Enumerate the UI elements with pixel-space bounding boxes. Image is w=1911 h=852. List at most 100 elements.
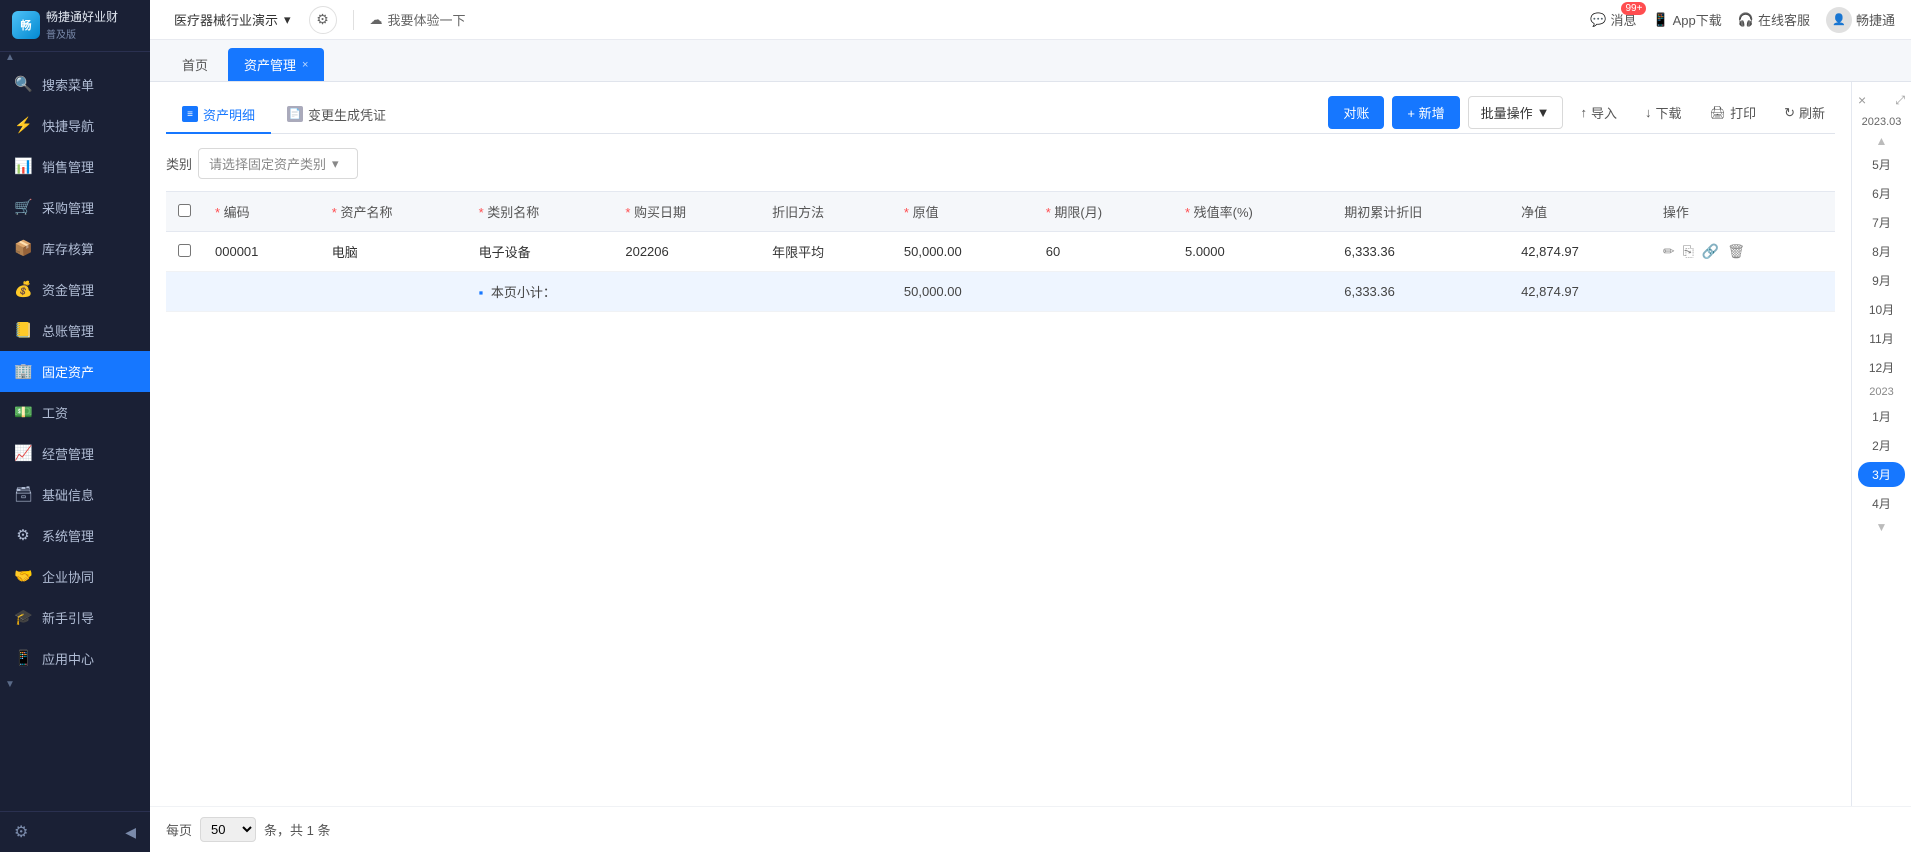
settings-icon[interactable]: ⚙ (14, 822, 28, 842)
row-checkbox[interactable] (178, 244, 191, 257)
batch-button[interactable]: 批量操作 ▼ (1468, 96, 1563, 129)
select-all-checkbox[interactable] (178, 204, 191, 217)
sidebar-item-label: 系统管理 (42, 526, 94, 545)
message-icon: 💬 (1590, 12, 1606, 28)
month-item-1[interactable]: 1月 (1852, 402, 1911, 431)
sidebar-item-ledger[interactable]: 📒 总账管理 (0, 310, 150, 351)
sidebar: 畅 畅捷通好业财 普及版 ▲ 🔍 搜索菜单 ⚡ 快捷导航 📊 销售管理 🛒 采购… (0, 0, 150, 852)
sub-tab-voucher[interactable]: 📄 变更生成凭证 (271, 96, 402, 134)
filter-label: 类别 (166, 154, 192, 173)
cell-net-value: 42,874.97 (1509, 232, 1651, 272)
quicknav-icon: ⚡ (14, 116, 32, 134)
tab-asset-management[interactable]: 资产管理 × (228, 48, 324, 81)
month-item-7[interactable]: 7月 (1852, 208, 1911, 237)
cell-purchase-date: 202206 (613, 232, 760, 272)
refresh-icon: ↻ (1784, 105, 1795, 121)
sidebar-item-app-center[interactable]: 📱 应用中心 (0, 638, 150, 679)
month-item-11[interactable]: 11月 (1852, 324, 1911, 353)
sidebar-item-fixed-assets[interactable]: 🏢 固定资产 (0, 351, 150, 392)
col-header-net-value: 净值 (1509, 192, 1651, 232)
page-size-select[interactable]: 50 10 20 100 (200, 817, 256, 842)
sidebar-item-payroll[interactable]: 💵 工资 (0, 392, 150, 433)
sidebar-item-label: 库存核算 (42, 239, 94, 258)
collapse-sidebar-button[interactable]: ◀ (125, 824, 136, 841)
month-scroll-up[interactable]: ▲ (1874, 132, 1890, 150)
cell-residual-rate: 5.0000 (1173, 232, 1332, 272)
print-button[interactable]: 🖨 打印 (1700, 98, 1767, 127)
user-profile[interactable]: 👤 畅捷通 (1826, 7, 1895, 33)
cell-actions: ✏ ⎘ 🔗 🗑 (1651, 232, 1835, 272)
sidebar-item-system[interactable]: ⚙ 系统管理 (0, 515, 150, 556)
category-select[interactable]: 请选择固定资产类别 ▾ (198, 148, 358, 179)
sidebar-item-funds[interactable]: 💰 资金管理 (0, 269, 150, 310)
message-button[interactable]: 💬 消息 99+ (1590, 10, 1636, 29)
sub-tabs: ≡ 资产明细 📄 变更生成凭证 对账 + 新增 批量操作 ▼ ↑ (166, 96, 1835, 134)
sidebar-item-guide[interactable]: 🎓 新手引导 (0, 597, 150, 638)
sidebar-item-basic-info[interactable]: 🗃 基础信息 (0, 474, 150, 515)
sub-tab-assets-label: 资产明细 (203, 105, 255, 124)
refresh-button[interactable]: ↻ 刷新 (1774, 98, 1835, 127)
col-header-name: 资产名称 (320, 192, 467, 232)
print-label: 打印 (1730, 103, 1756, 122)
col-header-purchase-date: 购买日期 (613, 192, 760, 232)
col-header-original-value: 原值 (892, 192, 1034, 232)
experience-button[interactable]: ☁ 我要体验一下 (370, 10, 466, 29)
month-item-3-active[interactable]: 3月 (1858, 462, 1905, 487)
sidebar-item-label: 工资 (42, 403, 68, 422)
month-scroll-down[interactable]: ▼ (1874, 518, 1890, 536)
sidebar-menu: ▲ 🔍 搜索菜单 ⚡ 快捷导航 📊 销售管理 🛒 采购管理 📦 库存核算 💰 资… (0, 52, 150, 811)
scroll-up-arrow[interactable]: ▲ (0, 52, 20, 64)
edit-icon[interactable]: ✏ (1663, 243, 1675, 260)
tab-close-icon[interactable]: × (302, 59, 308, 71)
month-item-12[interactable]: 12月 (1852, 353, 1911, 382)
download-button[interactable]: ↓ 下载 (1635, 98, 1692, 127)
delete-icon[interactable]: 🗑 (1727, 243, 1745, 260)
right-panel-close-button[interactable]: × (1858, 92, 1866, 108)
experience-label: 我要体验一下 (388, 10, 466, 29)
subtotal-net-value: 42,874.97 (1509, 272, 1651, 312)
subtotal-action-empty (1651, 272, 1835, 312)
sidebar-item-purchase[interactable]: 🛒 采购管理 (0, 187, 150, 228)
online-service-button[interactable]: 🎧 在线客服 (1738, 10, 1810, 29)
sub-tab-assets[interactable]: ≡ 资产明细 (166, 96, 271, 134)
company-selector[interactable]: 医疗器械行业演示 ▾ (166, 6, 299, 33)
voucher-tab-icon: 📄 (287, 106, 303, 122)
right-panel-expand-button[interactable]: ⤢ (1895, 93, 1905, 108)
cell-category: 电子设备 (467, 232, 614, 272)
per-page-label: 每页 (166, 820, 192, 839)
month-item-10[interactable]: 10月 (1852, 295, 1911, 324)
company-name: 医疗器械行业演示 (174, 10, 278, 29)
sidebar-item-search[interactable]: 🔍 搜索菜单 (0, 64, 150, 105)
guide-icon: 🎓 (14, 608, 32, 626)
scroll-down-arrow[interactable]: ▼ (0, 679, 20, 691)
import-button[interactable]: ↑ 导入 (1571, 98, 1628, 127)
sidebar-item-inventory[interactable]: 📦 库存核算 (0, 228, 150, 269)
month-item-8[interactable]: 8月 (1852, 237, 1911, 266)
app-download-button[interactable]: 📱 App下载 (1652, 10, 1721, 29)
sidebar-item-sales[interactable]: 📊 销售管理 (0, 146, 150, 187)
gear-icon: ⚙ (316, 11, 329, 28)
new-button[interactable]: + 新增 (1392, 96, 1459, 129)
sidebar-item-cooperation[interactable]: 🤝 企业协同 (0, 556, 150, 597)
tab-home[interactable]: 首页 (166, 48, 224, 81)
cell-period: 60 (1034, 232, 1173, 272)
right-panel-year: 2023.03 (1852, 112, 1911, 132)
link-icon[interactable]: 🔗 (1702, 243, 1719, 260)
month-item-2[interactable]: 2月 (1852, 431, 1911, 460)
month-item-4[interactable]: 4月 (1852, 489, 1911, 518)
reconcile-button[interactable]: 对账 (1328, 96, 1384, 129)
main-area: 医疗器械行业演示 ▾ ⚙ ☁ 我要体验一下 💬 消息 99+ 📱 App下载 🎧… (150, 0, 1911, 852)
settings-button[interactable]: ⚙ (309, 6, 337, 34)
month-item-9[interactable]: 9月 (1852, 266, 1911, 295)
col-header-depreciation: 折旧方法 (760, 192, 892, 232)
month-item-6[interactable]: 6月 (1852, 179, 1911, 208)
import-icon: ↑ (1581, 105, 1588, 120)
cell-code: 000001 (203, 232, 320, 272)
subtotal-empty-3 (320, 272, 467, 312)
sidebar-item-operations[interactable]: 📈 经营管理 (0, 433, 150, 474)
refresh-label: 刷新 (1799, 103, 1825, 122)
copy-icon[interactable]: ⎘ (1683, 243, 1694, 260)
sidebar-item-quicknav[interactable]: ⚡ 快捷导航 (0, 105, 150, 146)
month-item-5[interactable]: 5月 (1852, 150, 1911, 179)
cell-original-value: 50,000.00 (892, 232, 1034, 272)
